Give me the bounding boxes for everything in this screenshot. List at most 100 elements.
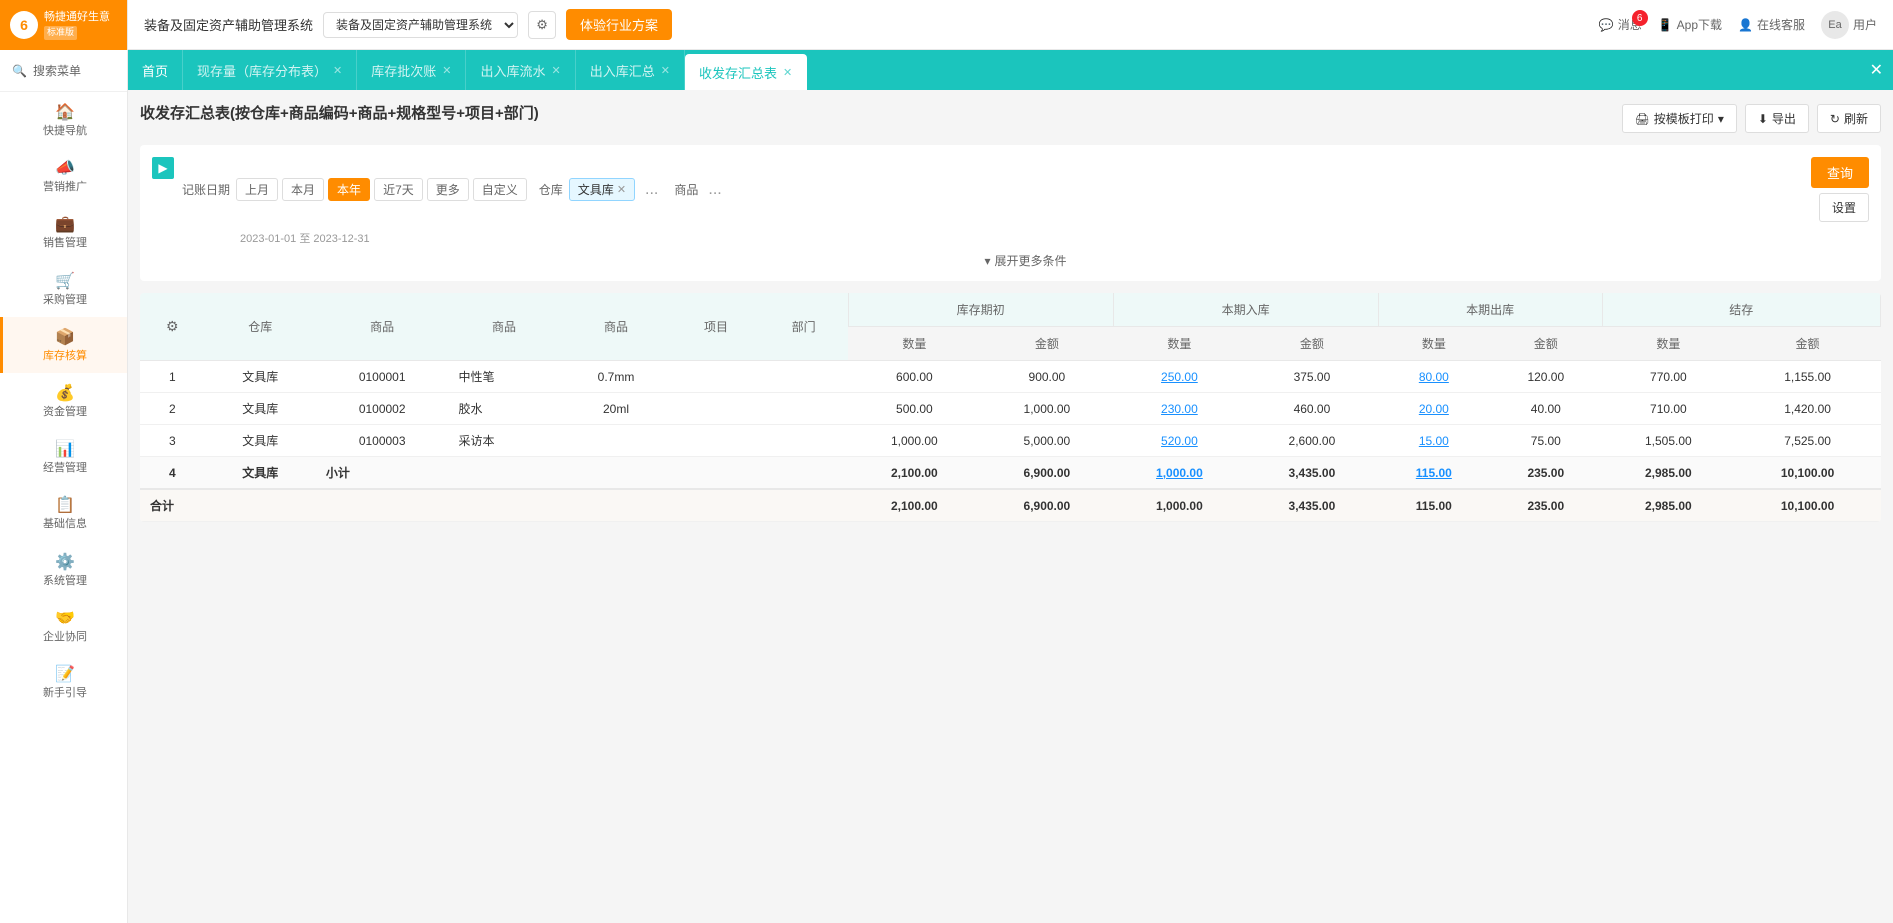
row-opening-qty: 500.00 xyxy=(848,393,981,425)
tab-batch[interactable]: 库存批次账 ✕ xyxy=(357,50,466,90)
date-btn-custom[interactable]: 自定义 xyxy=(473,178,527,201)
warehouse-filter: 仓库 文具库 ✕ ... xyxy=(539,178,663,201)
col-opening-qty-header: 数量 xyxy=(848,327,981,361)
row-goods-code: 0100001 xyxy=(316,361,449,393)
subtotal-balance-amt: 10,100.00 xyxy=(1735,457,1881,490)
query-area: 查询 设置 xyxy=(1811,157,1869,222)
online-service-button[interactable]: 👤 在线客服 xyxy=(1738,16,1805,33)
row-out-qty[interactable]: 15.00 xyxy=(1378,425,1489,457)
subtotal-row: 4 文具库 小计 2,100.00 6,900.00 1,000.00 3,43… xyxy=(140,457,1881,490)
tab-close-inout-flow[interactable]: ✕ xyxy=(552,64,561,77)
col-in-qty-header: 数量 xyxy=(1113,327,1246,361)
row-balance-amt: 7,525.00 xyxy=(1735,425,1881,457)
print-btn[interactable]: 🖨 按模板打印 ▾ xyxy=(1622,104,1737,133)
export-btn[interactable]: ⬇ 导出 xyxy=(1745,104,1809,133)
warehouse-label: 仓库 xyxy=(539,181,563,198)
row-out-qty[interactable]: 20.00 xyxy=(1378,393,1489,425)
sidebar-item-marketing[interactable]: 📣 营销推广 xyxy=(0,148,127,204)
total-opening-amt: 6,900.00 xyxy=(981,489,1114,522)
settings-icon[interactable]: ⚙ xyxy=(528,11,556,39)
page-title: 收发存汇总表(按仓库+商品编码+商品+规格型号+项目+部门) xyxy=(140,102,539,123)
search-icon: 🔍 xyxy=(12,64,27,78)
subtotal-in-qty: 1,000.00 xyxy=(1113,457,1246,490)
trial-btn[interactable]: 体验行业方案 xyxy=(566,9,672,40)
row-in-amt: 2,600.00 xyxy=(1246,425,1379,457)
total-out-amt: 235.00 xyxy=(1489,489,1602,522)
refresh-btn[interactable]: ↻ 刷新 xyxy=(1817,104,1881,133)
row-in-amt: 460.00 xyxy=(1246,393,1379,425)
goods-label: 商品 xyxy=(674,181,698,198)
print-icon: 🖨 xyxy=(1635,112,1650,126)
table-body: 1 文具库 0100001 中性笔 0.7mm 600.00 900.00 25… xyxy=(140,361,1881,490)
col-department-header: 部门 xyxy=(760,293,848,361)
sidebar-item-system[interactable]: ⚙️ 系统管理 xyxy=(0,542,127,598)
col-opening-amt-header: 金额 xyxy=(981,327,1114,361)
tab-close-inventory-dist[interactable]: ✕ xyxy=(333,64,342,77)
cooperation-icon: 🤝 xyxy=(55,608,75,628)
sidebar-item-operations[interactable]: 📊 经营管理 xyxy=(0,429,127,485)
total-row: 合计 2,100.00 6,900.00 1,000.00 3,435.00 1… xyxy=(140,489,1881,522)
sidebar-item-cooperation[interactable]: 🤝 企业协同 xyxy=(0,598,127,654)
sidebar-item-finance[interactable]: 💰 资金管理 xyxy=(0,373,127,429)
row-goods-name: 胶水 xyxy=(448,393,559,425)
date-btn-this-month[interactable]: 本月 xyxy=(282,178,324,201)
filter-settings-btn[interactable]: 设置 xyxy=(1819,193,1869,222)
filter-expand-area: ▾ 展开更多条件 xyxy=(182,252,1869,269)
sidebar-search-area: 🔍 搜索菜单 xyxy=(0,50,127,92)
message-button[interactable]: 💬 消息 6 xyxy=(1599,16,1642,33)
row-in-qty[interactable]: 250.00 xyxy=(1113,361,1246,393)
warehouse-tag: 文具库 ✕ xyxy=(569,178,635,201)
tab-home[interactable]: 首页 xyxy=(128,50,183,90)
row-out-qty[interactable]: 80.00 xyxy=(1378,361,1489,393)
basic-icon: 📋 xyxy=(55,495,75,515)
filter-collapse-btn[interactable]: ▶ xyxy=(152,157,174,179)
sidebar-item-basic[interactable]: 📋 基础信息 xyxy=(0,485,127,541)
col-out-header: 本期出库 xyxy=(1378,293,1602,327)
query-btn[interactable]: 查询 xyxy=(1811,157,1869,188)
row-num: 3 xyxy=(140,425,205,457)
sidebar-item-inventory[interactable]: 📦 库存核算 xyxy=(0,317,127,373)
message-icon: 💬 xyxy=(1599,18,1614,32)
subtotal-label: 小计 xyxy=(316,457,848,490)
sidebar-item-sales[interactable]: 💼 销售管理 xyxy=(0,204,127,260)
row-in-qty[interactable]: 520.00 xyxy=(1113,425,1246,457)
app-download-button[interactable]: 📱 App下载 xyxy=(1658,16,1722,33)
user-area[interactable]: Ea 用户 xyxy=(1821,11,1877,39)
goods-more-dots[interactable]: ... xyxy=(708,181,721,199)
row-goods-code: 0100002 xyxy=(316,393,449,425)
tab-close-inout-summary[interactable]: ✕ xyxy=(661,64,670,77)
table-header-group: ⚙ 仓库 商品 商品 商品 项目 部门 库存期初 本期入库 本期出库 结存 xyxy=(140,293,1881,327)
row-department xyxy=(760,425,848,457)
row-in-amt: 375.00 xyxy=(1246,361,1379,393)
search-menu-button[interactable]: 🔍 搜索菜单 xyxy=(8,58,119,83)
row-project xyxy=(672,393,759,425)
date-btn-this-year[interactable]: 本年 xyxy=(328,178,370,201)
col-out-qty-header: 数量 xyxy=(1378,327,1489,361)
total-out-qty: 115.00 xyxy=(1378,489,1489,522)
table-settings-icon[interactable]: ⚙ xyxy=(166,318,179,334)
date-btn-last-month[interactable]: 上月 xyxy=(236,178,278,201)
tab-inout-flow[interactable]: 出入库流水 ✕ xyxy=(466,50,575,90)
date-btn-more[interactable]: 更多 xyxy=(427,178,469,201)
filter-expand-btn[interactable]: ▾ 展开更多条件 xyxy=(984,252,1066,269)
subtotal-opening-amt: 6,900.00 xyxy=(981,457,1114,490)
sidebar-item-quick-nav[interactable]: 🏠 快捷导航 xyxy=(0,92,127,148)
row-in-qty[interactable]: 230.00 xyxy=(1113,393,1246,425)
sidebar-item-guide[interactable]: 📝 新手引导 xyxy=(0,654,127,710)
date-btn-7days[interactable]: 近7天 xyxy=(374,178,423,201)
warehouse-more-dots[interactable]: ... xyxy=(645,181,658,199)
tab-inout-summary[interactable]: 出入库汇总 ✕ xyxy=(576,50,685,90)
system-select[interactable]: 装备及固定资产辅助管理系统 xyxy=(323,12,518,38)
sidebar-item-purchase[interactable]: 🛒 采购管理 xyxy=(0,261,127,317)
row-opening-amt: 5,000.00 xyxy=(981,425,1114,457)
col-goods-name-header: 商品 xyxy=(448,293,559,361)
warehouse-tag-close[interactable]: ✕ xyxy=(617,183,626,196)
row-balance-amt: 1,155.00 xyxy=(1735,361,1881,393)
tab-close-receive-summary[interactable]: ✕ xyxy=(783,66,792,79)
marketing-icon: 📣 xyxy=(55,158,75,178)
tab-receive-summary[interactable]: 收发存汇总表 ✕ xyxy=(685,54,807,90)
main-content: 装备及固定资产辅助管理系统 装备及固定资产辅助管理系统 ⚙ 体验行业方案 💬 消… xyxy=(128,0,1893,923)
tab-inventory-dist[interactable]: 现存量（库存分布表） ✕ xyxy=(183,50,357,90)
tab-close-batch[interactable]: ✕ xyxy=(442,64,451,77)
close-all-tabs[interactable]: ✕ xyxy=(1860,60,1893,80)
